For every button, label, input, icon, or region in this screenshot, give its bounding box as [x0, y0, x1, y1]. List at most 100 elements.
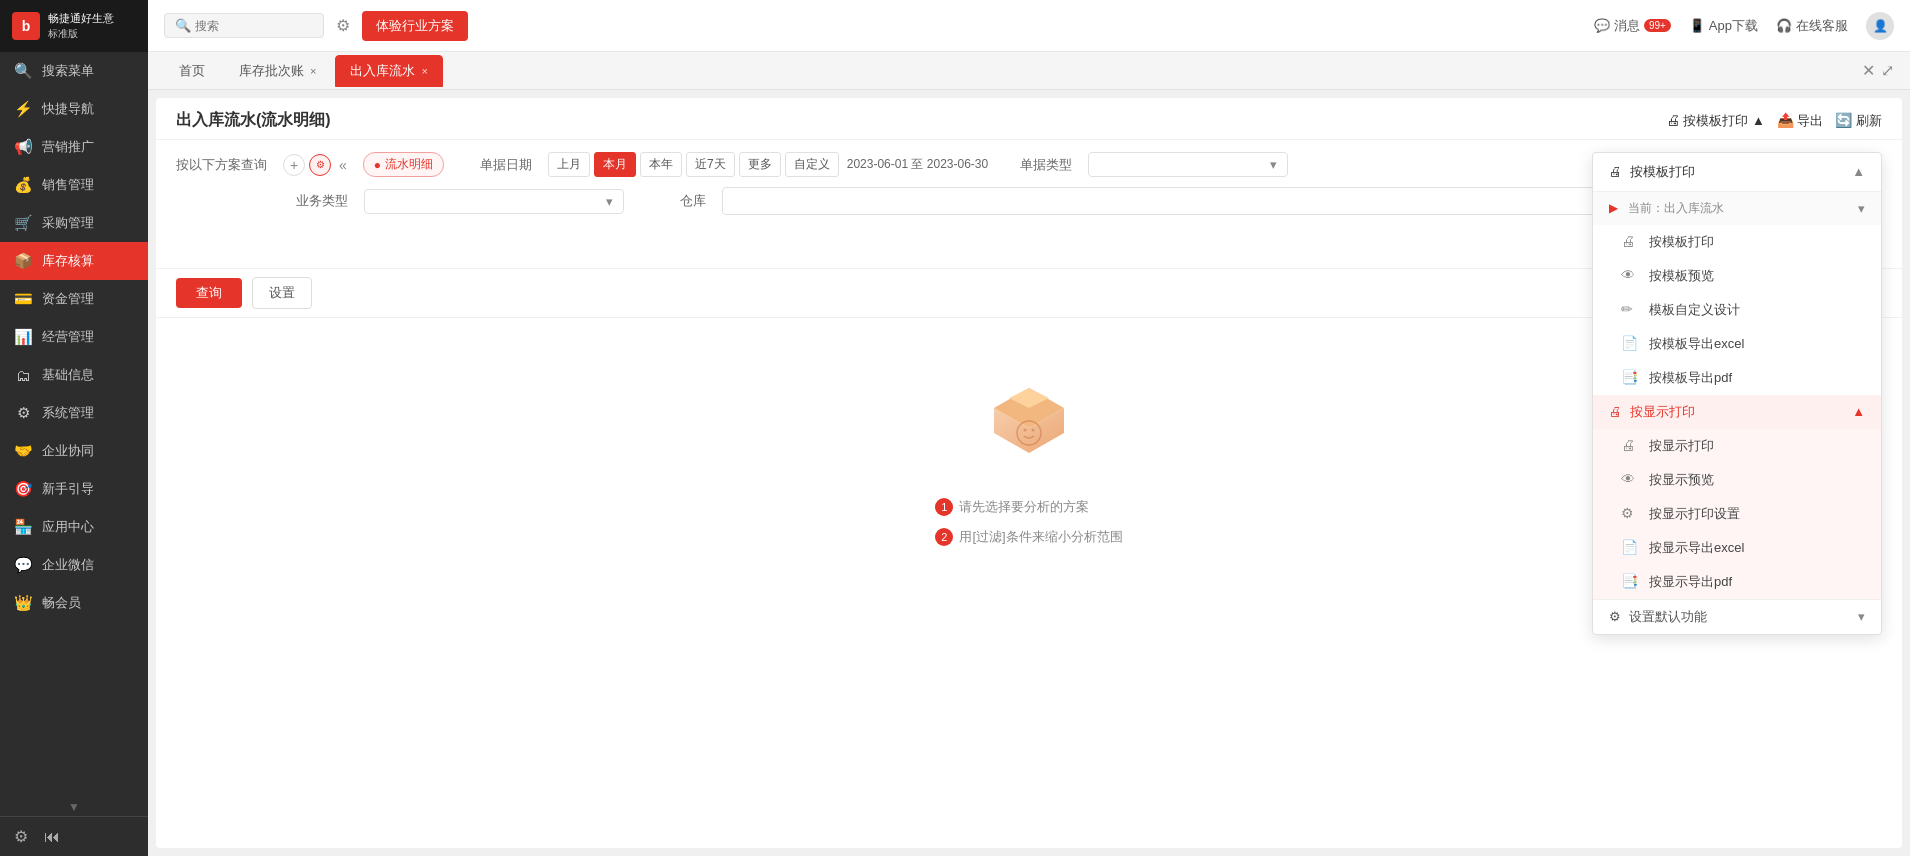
excel-icon: 📄: [1621, 335, 1639, 353]
customer-service-button[interactable]: 🎧 在线客服: [1776, 17, 1848, 35]
sidebar-label-purchase: 采购管理: [42, 214, 94, 232]
sidebar-scroll-down[interactable]: ▼: [0, 798, 148, 816]
tab-home[interactable]: 首页: [164, 55, 220, 87]
sidebar-item-appstore[interactable]: 🏪 应用中心: [0, 508, 148, 546]
dropdown-display-print-settings[interactable]: ⚙ 按显示打印设置: [1593, 497, 1881, 531]
dropdown-template-print-header[interactable]: 🖨 按模板打印 ▲: [1593, 153, 1881, 192]
sidebar-label-member: 畅会员: [42, 594, 81, 612]
dropdown-display-print[interactable]: 🖨 按显示打印: [1593, 429, 1881, 463]
dropdown-default-func[interactable]: ⚙ 设置默认功能 ▾: [1593, 599, 1881, 634]
message-button[interactable]: 💬 消息 99+: [1594, 17, 1671, 35]
app-download-button[interactable]: 📱 App下载: [1689, 17, 1758, 35]
dropdown-header-arrow[interactable]: ▲: [1852, 164, 1865, 179]
dropdown-display-pdf-label: 按显示导出pdf: [1649, 573, 1732, 591]
sidebar-item-basic[interactable]: 🗂 基础信息: [0, 356, 148, 394]
dropdown-display-pdf[interactable]: 📑 按显示导出pdf: [1593, 565, 1881, 599]
sidebar-item-guide[interactable]: 🎯 新手引导: [0, 470, 148, 508]
date-last7[interactable]: 近7天: [686, 152, 735, 177]
sidebar-label-quicknav: 快捷导航: [42, 100, 94, 118]
main-area: 🔍 ⚙ 体验行业方案 💬 消息 99+ 📱 App下载 🎧 在线客服 👤: [148, 0, 1910, 856]
dropdown-display-print-header[interactable]: 🖨 按显示打印 ▲: [1593, 395, 1881, 429]
message-label: 消息: [1614, 17, 1640, 35]
tab-inventory-flow[interactable]: 出入库流水 ×: [335, 55, 442, 87]
tab-close-icon[interactable]: ✕: [1862, 61, 1875, 80]
download-icon: 📱: [1689, 18, 1705, 33]
filter-settings-button[interactable]: ⚙: [309, 154, 331, 176]
setting-button[interactable]: 设置: [252, 277, 312, 309]
sidebar-item-purchase[interactable]: 🛒 采购管理: [0, 204, 148, 242]
sidebar-item-marketing[interactable]: 📢 营销推广: [0, 128, 148, 166]
guide-icon: 🎯: [14, 480, 32, 498]
refresh-icon: 🔄: [1835, 112, 1852, 128]
dropdown-display-excel-label: 按显示导出excel: [1649, 539, 1744, 557]
dropdown-template-custom[interactable]: ✏ 模板自定义设计: [1593, 293, 1881, 327]
industry-solution-button[interactable]: 体验行业方案: [362, 11, 468, 41]
doc-type-select[interactable]: ▾: [1088, 152, 1288, 177]
sidebar-label-marketing: 营销推广: [42, 138, 94, 156]
dropdown-template-preview[interactable]: 👁 按模板预览: [1593, 259, 1881, 293]
sidebar-item-system[interactable]: ⚙ 系统管理: [0, 394, 148, 432]
filter-collapse-button[interactable]: «: [339, 157, 347, 173]
print-header-icon: 🖨: [1609, 164, 1622, 179]
avatar[interactable]: 👤: [1866, 12, 1894, 40]
tab-maximize-icon[interactable]: ⤢: [1881, 61, 1894, 80]
print-dropdown: 🖨 按模板打印 ▲ ▶ 当前：出入库流水 ▾ 🖨 按模板打印: [1592, 152, 1882, 635]
display-pdf-icon: 📑: [1621, 573, 1639, 591]
date-filter: 上月 本月 本年 近7天 更多 自定义 2023-06-01 至 2023-06…: [548, 152, 988, 177]
sidebar-item-inventory[interactable]: 📦 库存核算: [0, 242, 148, 280]
tab-inventory-flow-close[interactable]: ×: [421, 65, 427, 77]
sidebar-item-weixin[interactable]: 💬 企业微信: [0, 546, 148, 584]
dropdown-template-excel[interactable]: 📄 按模板导出excel: [1593, 327, 1881, 361]
business-type-label: 业务类型: [296, 192, 348, 210]
sidebar-item-enterprise[interactable]: 🤝 企业协同: [0, 432, 148, 470]
message-icon: 💬: [1594, 18, 1610, 33]
tab-inventory-batch-label: 库存批次账: [239, 62, 304, 80]
dropdown-display-excel[interactable]: 📄 按显示导出excel: [1593, 531, 1881, 565]
sidebar-item-quicknav[interactable]: ⚡ 快捷导航: [0, 90, 148, 128]
active-filter-label: 流水明细: [385, 156, 433, 173]
export-button[interactable]: 📤 导出: [1777, 112, 1824, 130]
dropdown-template-print[interactable]: 🖨 按模板打印: [1593, 225, 1881, 259]
weixin-icon: 💬: [14, 556, 32, 574]
dropdown-template-pdf[interactable]: 📑 按模板导出pdf: [1593, 361, 1881, 395]
date-custom[interactable]: 自定义: [785, 152, 839, 177]
sidebar-item-sales[interactable]: 💰 销售管理: [0, 166, 148, 204]
dropdown-display-preview[interactable]: 👁 按显示预览: [1593, 463, 1881, 497]
header-search-box[interactable]: 🔍: [164, 13, 324, 38]
content-area: 出入库流水(流水明细) 🖨 按模板打印 ▲ 🖨 按模板打印 ▲: [156, 98, 1902, 848]
active-filter-chip[interactable]: ● 流水明细: [363, 152, 444, 177]
tab-inventory-batch-close[interactable]: ×: [310, 65, 316, 77]
date-more[interactable]: 更多: [739, 152, 781, 177]
date-prev-month[interactable]: 上月: [548, 152, 590, 177]
sidebar-item-member[interactable]: 👑 畅会员: [0, 584, 148, 622]
empty-tip-1: 1 请先选择要分析的方案: [935, 498, 1122, 522]
display-settings-icon: ⚙: [1621, 505, 1639, 523]
app-version: 标准版: [48, 27, 114, 41]
gear-icon[interactable]: ⚙: [336, 16, 350, 35]
footer-settings-icon[interactable]: ⚙: [14, 827, 28, 846]
date-current-year[interactable]: 本年: [640, 152, 682, 177]
footer-collapse-icon[interactable]: ⏮: [44, 828, 60, 846]
query-button[interactable]: 查询: [176, 278, 242, 308]
system-icon: ⚙: [14, 404, 32, 422]
search-icon-header: 🔍: [175, 18, 191, 33]
sidebar-label-guide: 新手引导: [42, 480, 94, 498]
tabs-bar: 首页 库存批次账 × 出入库流水 × ✕ ⤢: [148, 52, 1910, 90]
sidebar-item-operation[interactable]: 📊 经营管理: [0, 318, 148, 356]
operation-icon: 📊: [14, 328, 32, 346]
refresh-button[interactable]: 🔄 刷新: [1835, 112, 1882, 130]
refresh-label: 刷新: [1856, 113, 1882, 128]
chevron-up-icon: ▲: [1752, 113, 1765, 128]
page-title: 出入库流水(流水明细): [176, 110, 331, 131]
date-current-month[interactable]: 本月: [594, 152, 636, 177]
page-actions: 🖨 按模板打印 ▲ 🖨 按模板打印 ▲: [1666, 112, 1882, 130]
sidebar-item-finance[interactable]: 💳 资金管理: [0, 280, 148, 318]
filter-add-button[interactable]: +: [283, 154, 305, 176]
search-input[interactable]: [195, 19, 315, 33]
header-right: 💬 消息 99+ 📱 App下载 🎧 在线客服 👤: [1594, 12, 1894, 40]
sidebar-item-search[interactable]: 🔍 搜索菜单: [0, 52, 148, 90]
template-print-button[interactable]: 🖨 按模板打印 ▲: [1666, 112, 1765, 130]
business-chevron-down: ▾: [606, 194, 613, 209]
business-type-select[interactable]: ▾: [364, 189, 624, 214]
tab-inventory-batch[interactable]: 库存批次账 ×: [224, 55, 331, 87]
